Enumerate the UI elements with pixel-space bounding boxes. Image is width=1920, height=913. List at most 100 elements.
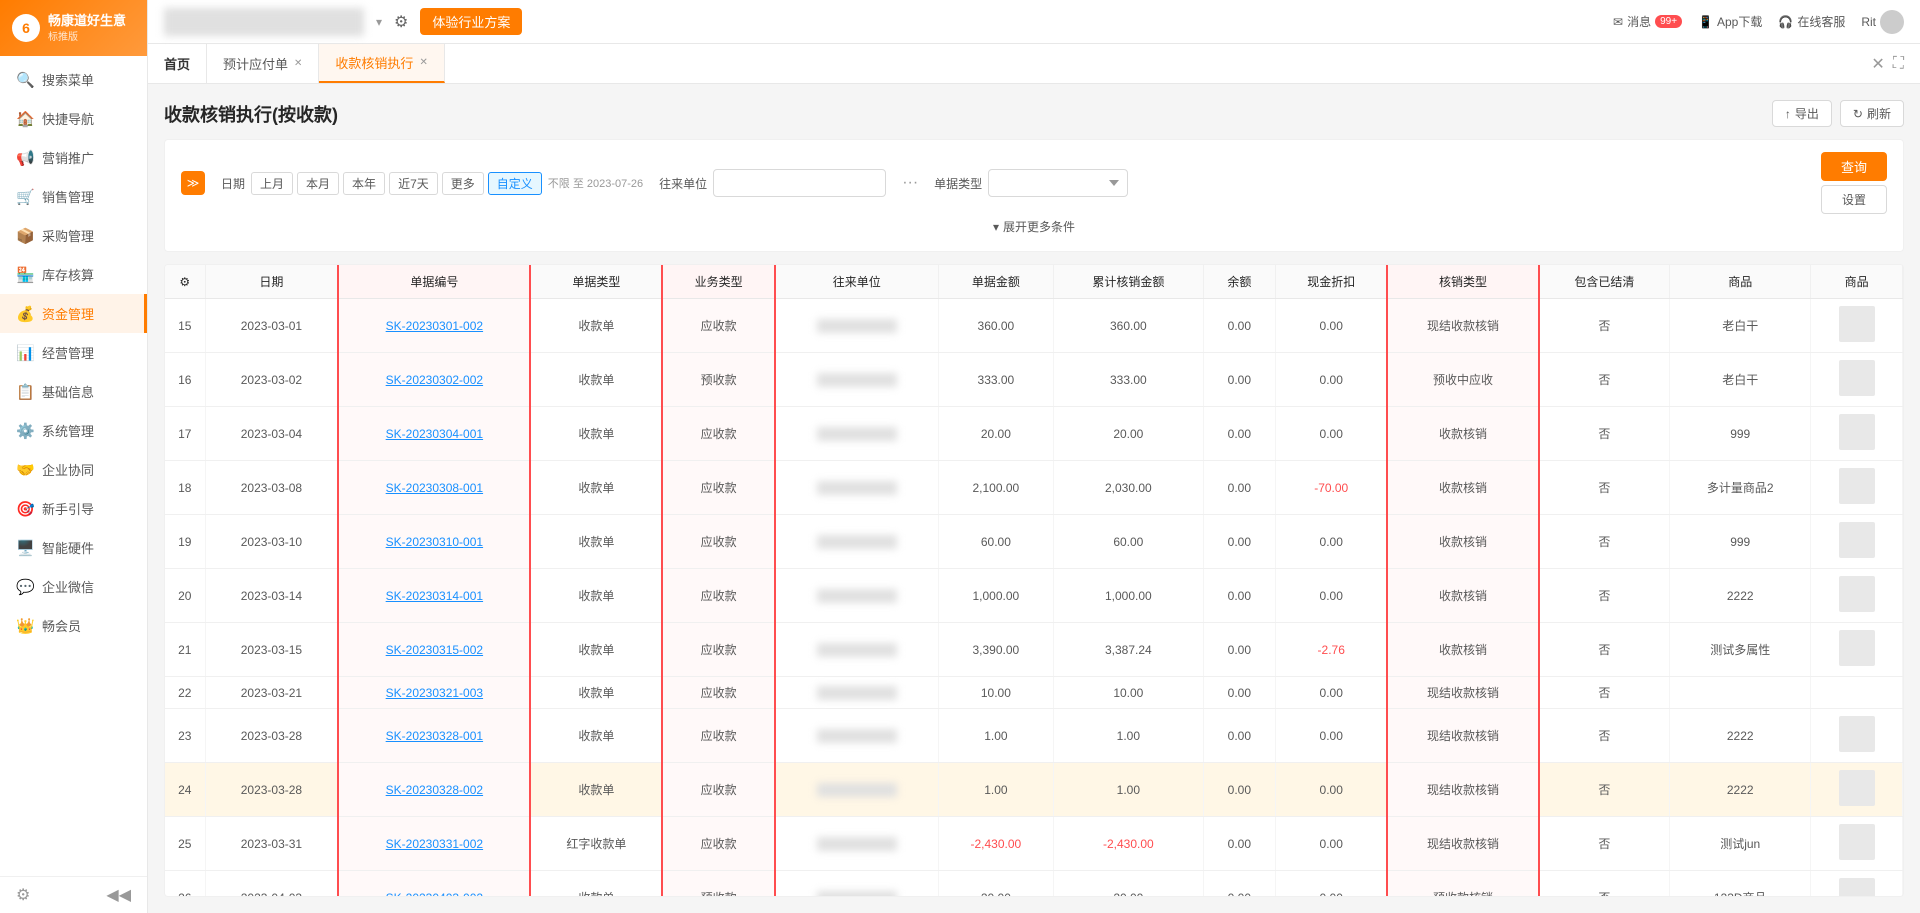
sidebar-item-quick-nav[interactable]: 🏠 快捷导航: [0, 99, 147, 138]
dropdown-arrow-icon[interactable]: ▾: [376, 15, 382, 29]
query-button[interactable]: 查询: [1821, 152, 1887, 181]
cell-verify-type: 收款核销: [1387, 461, 1538, 515]
sidebar-item-system[interactable]: ⚙️ 系统管理: [0, 411, 147, 450]
settings-button[interactable]: 设置: [1821, 185, 1887, 214]
sidebar-item-finance[interactable]: 💰 资金管理: [0, 294, 147, 333]
th-balance[interactable]: 余额: [1203, 265, 1275, 299]
th-biz-type[interactable]: 业务类型: [662, 265, 775, 299]
cell-verified: 20.00: [1054, 407, 1204, 461]
tab-receipt[interactable]: 收款核销执行 ✕: [319, 44, 444, 83]
expand-more-row[interactable]: ▾ 展开更多条件: [181, 214, 1887, 239]
refresh-button[interactable]: ↻ 刷新: [1840, 100, 1904, 127]
th-counterparty[interactable]: 往来单位: [775, 265, 938, 299]
filter-expand-button[interactable]: ≫: [181, 171, 205, 195]
sidebar-item-guide[interactable]: 🎯 新手引导: [0, 489, 147, 528]
sidebar-item-inventory[interactable]: 🏪 库存核算: [0, 255, 147, 294]
maximize-icon[interactable]: ⛶: [1893, 55, 1904, 73]
cell-doc-no[interactable]: SK-20230301-002: [338, 299, 530, 353]
filter-date-7days[interactable]: 近7天: [389, 172, 438, 195]
cell-verify-type: 现结收款核销: [1387, 299, 1538, 353]
cell-doc-no[interactable]: SK-20230314-001: [338, 569, 530, 623]
th-product[interactable]: 商品: [1670, 265, 1811, 299]
sidebar-item-sales[interactable]: 🛒 销售管理: [0, 177, 147, 216]
cell-counterparty: [775, 569, 938, 623]
cell-counterparty: [775, 623, 938, 677]
filter-date-more[interactable]: 更多: [442, 172, 484, 195]
cell-no: 23: [165, 709, 205, 763]
cell-doc-no[interactable]: SK-20230403-002: [338, 871, 530, 898]
sidebar-item-purchase[interactable]: 📦 采购管理: [0, 216, 147, 255]
cell-doc-no[interactable]: SK-20230304-001: [338, 407, 530, 461]
cell-balance: 0.00: [1203, 677, 1275, 709]
cell-doc-no[interactable]: SK-20230321-003: [338, 677, 530, 709]
cell-date: 2023-03-14: [205, 569, 338, 623]
th-amount[interactable]: 单据金额: [938, 265, 1053, 299]
filter-doctype-select[interactable]: 收款单 红字收款单: [988, 169, 1128, 197]
sidebar-item-search[interactable]: 🔍 搜索菜单: [0, 60, 147, 99]
cell-doc-no[interactable]: SK-20230331-002: [338, 817, 530, 871]
cell-doc-no[interactable]: SK-20230310-001: [338, 515, 530, 569]
cell-doc-no[interactable]: SK-20230328-002: [338, 763, 530, 817]
export-button[interactable]: ↑ 导出: [1772, 100, 1832, 127]
cell-discount: 0.00: [1276, 569, 1388, 623]
message-button[interactable]: ✉ 消息 99+: [1613, 13, 1682, 30]
topbar-gear-icon[interactable]: ⚙: [394, 12, 408, 32]
th-product-img[interactable]: 商品: [1811, 265, 1903, 299]
online-service-button[interactable]: 🎧 在线客服: [1778, 13, 1845, 30]
sidebar-item-marketing[interactable]: 📢 营销推广: [0, 138, 147, 177]
solution-button[interactable]: 体验行业方案: [420, 8, 522, 35]
cell-balance: 0.00: [1203, 871, 1275, 898]
th-settings[interactable]: ⚙: [165, 265, 205, 299]
cell-counterparty: [775, 515, 938, 569]
th-discount[interactable]: 现金折扣: [1276, 265, 1388, 299]
tab-prepay[interactable]: 预计应付单 ✕: [207, 44, 319, 83]
cell-doc-no[interactable]: SK-20230315-002: [338, 623, 530, 677]
sidebar-item-business[interactable]: 📊 经营管理: [0, 333, 147, 372]
tab-home[interactable]: 首页: [148, 44, 207, 83]
user-name[interactable]: Rit: [1861, 10, 1904, 34]
filter-date-range: 不限 至 2023-07-26: [548, 175, 643, 191]
app-download-button[interactable]: 📱 App下载: [1698, 13, 1762, 30]
filter-more-dots[interactable]: ···: [902, 174, 918, 192]
sidebar-item-member[interactable]: 👑 畅会员: [0, 606, 147, 645]
cell-include-settled: 否: [1539, 871, 1670, 898]
th-verified[interactable]: 累计核销金额: [1054, 265, 1204, 299]
th-date[interactable]: 日期: [205, 265, 338, 299]
cell-biz-type: 应收款: [662, 461, 775, 515]
cell-doc-no[interactable]: SK-20230308-001: [338, 461, 530, 515]
cell-doc-no[interactable]: SK-20230302-002: [338, 353, 530, 407]
cell-no: 19: [165, 515, 205, 569]
collapse-icon[interactable]: ◀◀: [106, 885, 131, 905]
topbar-search-input[interactable]: [164, 8, 364, 36]
tab-close-receipt[interactable]: ✕: [419, 57, 427, 68]
th-include-settled[interactable]: 包含已结清: [1539, 265, 1670, 299]
th-verify-type[interactable]: 核销类型: [1387, 265, 1538, 299]
settings-icon[interactable]: ⚙: [16, 885, 30, 905]
filter-counterparty-input[interactable]: [713, 169, 886, 197]
topbar: ▾ ⚙ 体验行业方案 ✉ 消息 99+ 📱 App下载 🎧 在线客服 Rit: [148, 0, 1920, 44]
sidebar-item-wechat[interactable]: 💬 企业微信: [0, 567, 147, 606]
sidebar-item-enterprise[interactable]: 🤝 企业协同: [0, 450, 147, 489]
cell-amount: 1.00: [938, 763, 1053, 817]
table-body: 152023-03-01SK-20230301-002收款单应收款 360.00…: [165, 299, 1903, 898]
cell-doc-type: 收款单: [530, 461, 662, 515]
th-doc-type[interactable]: 单据类型: [530, 265, 662, 299]
sidebar-item-basic[interactable]: 📋 基础信息: [0, 372, 147, 411]
page-actions: ↑ 导出 ↻ 刷新: [1772, 100, 1904, 127]
cell-product-img: [1811, 299, 1903, 353]
cell-counterparty: [775, 709, 938, 763]
filter-date-thisyear[interactable]: 本年: [343, 172, 385, 195]
cell-amount: 1.00: [938, 709, 1053, 763]
th-doc-no[interactable]: 单据编号: [338, 265, 530, 299]
sidebar-item-hardware[interactable]: 🖥️ 智能硬件: [0, 528, 147, 567]
tab-close-prepay[interactable]: ✕: [294, 58, 302, 69]
search-icon: 🔍: [16, 71, 34, 89]
filter-date-custom[interactable]: 自定义: [488, 172, 542, 195]
cell-include-settled: 否: [1539, 353, 1670, 407]
cell-product: [1670, 677, 1811, 709]
filter-date-thismonth[interactable]: 本月: [297, 172, 339, 195]
cell-doc-no[interactable]: SK-20230328-001: [338, 709, 530, 763]
filter-date-lastmonth[interactable]: 上月: [251, 172, 293, 195]
table-row: 152023-03-01SK-20230301-002收款单应收款 360.00…: [165, 299, 1903, 353]
close-tab-icon[interactable]: ✕: [1871, 54, 1884, 74]
